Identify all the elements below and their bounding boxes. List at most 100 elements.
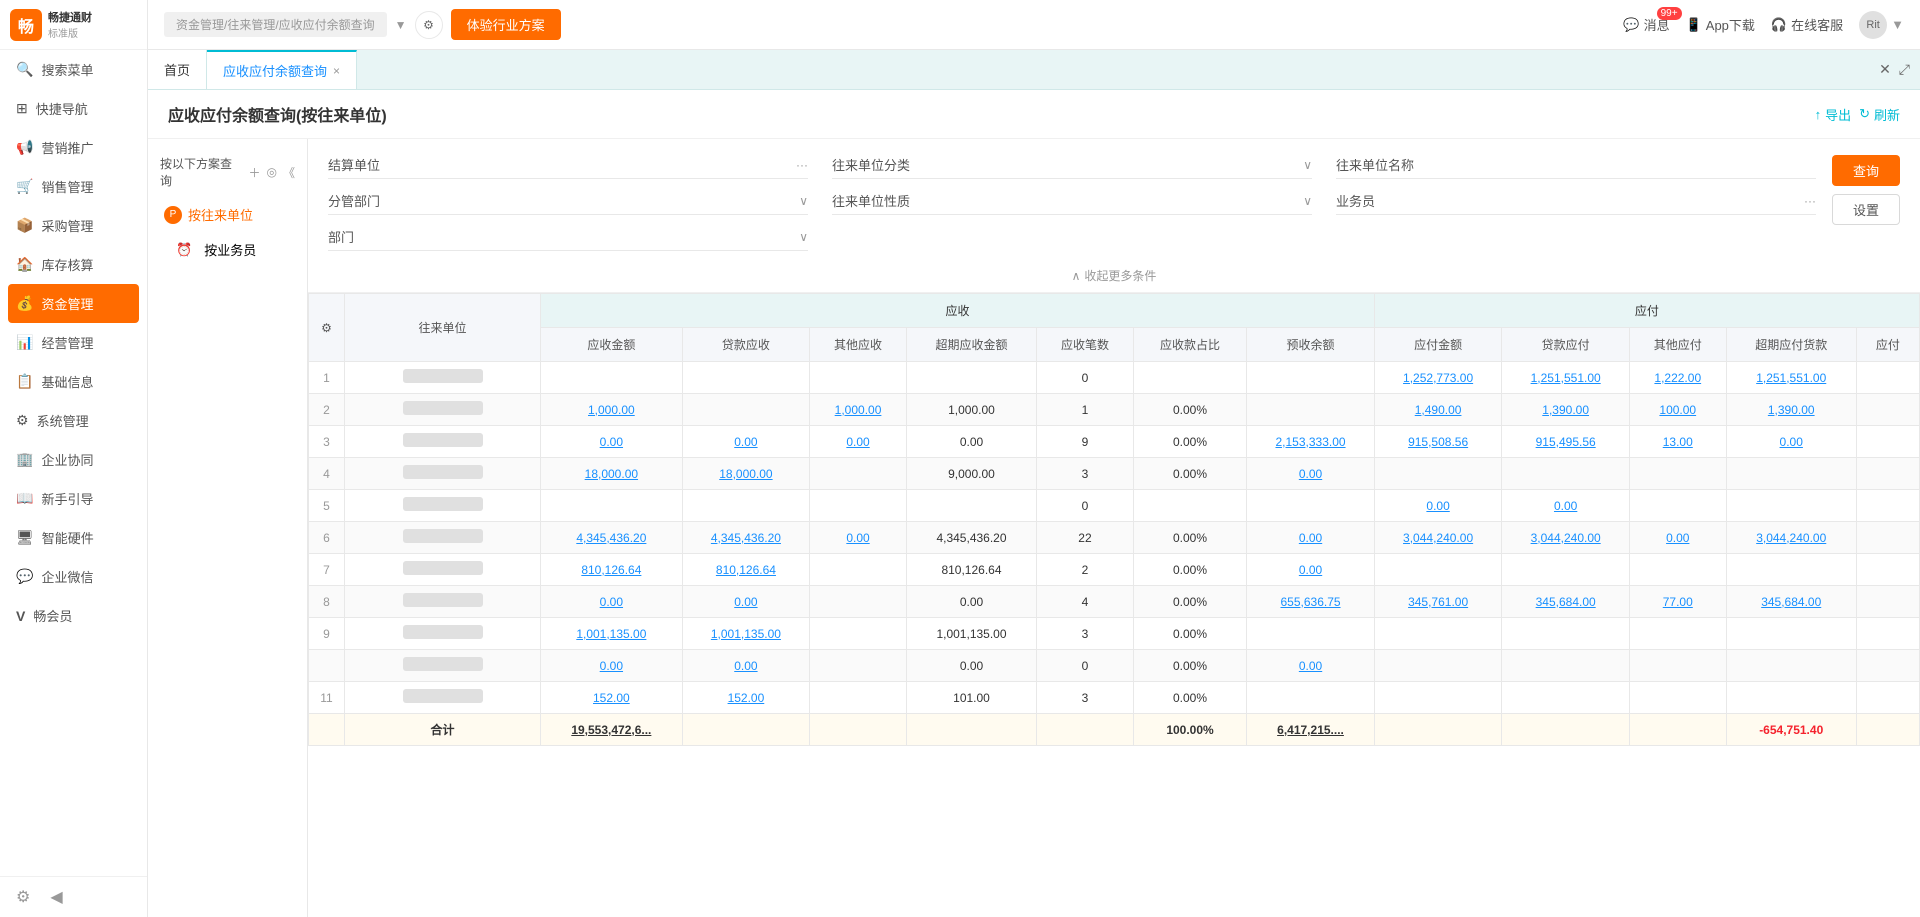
- footer-ap-loan: [1502, 714, 1630, 746]
- notification-area[interactable]: 💬 消息 99+: [1623, 15, 1669, 34]
- query-by-partner[interactable]: P 按往来单位: [148, 197, 307, 232]
- app-download[interactable]: 📱 App下载: [1686, 15, 1755, 34]
- footer-ar-total[interactable]: 19,553,472,6...: [541, 714, 683, 746]
- hardware-icon: 🖥: [16, 529, 34, 546]
- sidebar-item-sales[interactable]: 🛒 销售管理: [0, 167, 147, 206]
- table-cell-link[interactable]: 18,000.00: [541, 458, 683, 490]
- table-cell-link[interactable]: 0.00: [541, 586, 683, 618]
- tab-home[interactable]: 首页: [148, 50, 207, 89]
- table-cell-link[interactable]: 1,001,135.00: [682, 618, 810, 650]
- table-cell-link[interactable]: 2,153,333.00: [1247, 426, 1375, 458]
- table-cell-link[interactable]: 1,390.00: [1502, 394, 1630, 426]
- main-content: 资金管理/往来管理/应收应付余额查询 ▼ ⚙ 体验行业方案 💬 消息 99+ 📱…: [148, 0, 1920, 917]
- collapse-bar[interactable]: ∧ 收起更多条件: [308, 259, 1920, 293]
- table-cell-link[interactable]: 0.00: [1247, 650, 1375, 682]
- refresh-btn[interactable]: ↻ 刷新: [1859, 105, 1900, 124]
- sidebar-item-system[interactable]: ⚙ 系统管理: [0, 401, 147, 440]
- table-settings-icon[interactable]: ⚙: [321, 321, 332, 335]
- sidebar-item-search[interactable]: 🔍 搜索菜单: [0, 50, 147, 89]
- filter-arrow-nature[interactable]: ∨: [1303, 194, 1312, 208]
- query-button[interactable]: 查询: [1832, 155, 1900, 186]
- table-cell-link[interactable]: 0.00: [1374, 490, 1502, 522]
- table-cell-link[interactable]: 0.00: [1629, 522, 1726, 554]
- table-cell-link[interactable]: 1,252,773.00: [1374, 362, 1502, 394]
- table-cell-link[interactable]: 18,000.00: [682, 458, 810, 490]
- table-cell-link[interactable]: 3,044,240.00: [1726, 522, 1856, 554]
- export-btn[interactable]: ↑ 导出: [1815, 105, 1852, 124]
- table-cell-empty: [1629, 618, 1726, 650]
- filter-arrow-category[interactable]: ∨: [1303, 158, 1312, 172]
- close-window-icon[interactable]: ✕: [1879, 61, 1891, 78]
- sidebar-item-corp[interactable]: 🏢 企业协同: [0, 440, 147, 479]
- query-by-staff[interactable]: ⏰ 按业务员: [148, 232, 307, 267]
- setting-button[interactable]: 设置: [1832, 194, 1900, 225]
- table-cell-link[interactable]: 0.00: [541, 650, 683, 682]
- tab-arbalance[interactable]: 应收应付余额查询 ×: [207, 50, 357, 89]
- table-cell-link[interactable]: 13.00: [1629, 426, 1726, 458]
- th-settings[interactable]: ⚙: [309, 294, 345, 362]
- maximize-icon[interactable]: ⤢: [1899, 61, 1910, 78]
- sidebar-item-marketing[interactable]: 📢 营销推广: [0, 128, 147, 167]
- table-cell-link[interactable]: 915,508.56: [1374, 426, 1502, 458]
- table-cell-link[interactable]: 345,684.00: [1726, 586, 1856, 618]
- table-cell-link[interactable]: 1,490.00: [1374, 394, 1502, 426]
- table-cell-empty: [1502, 650, 1630, 682]
- table-cell-link[interactable]: 4,345,436.20: [541, 522, 683, 554]
- sidebar-item-quicknav[interactable]: ⊞ 快捷导航: [0, 89, 147, 128]
- table-cell-link[interactable]: 0.00: [1726, 426, 1856, 458]
- table-cell-link[interactable]: 915,495.56: [1502, 426, 1630, 458]
- sidebar-item-operation[interactable]: 📊 经营管理: [0, 323, 147, 362]
- table-cell-link[interactable]: 0.00: [682, 586, 810, 618]
- table-cell-link[interactable]: 3,044,240.00: [1502, 522, 1630, 554]
- table-cell-link[interactable]: 3,044,240.00: [1374, 522, 1502, 554]
- table-cell-link[interactable]: 0.00: [1247, 522, 1375, 554]
- table-cell-link[interactable]: 0.00: [1247, 554, 1375, 586]
- table-cell-link[interactable]: 1,251,551.00: [1726, 362, 1856, 394]
- edit-scheme-icon[interactable]: ◎: [267, 165, 277, 179]
- table-cell-link[interactable]: 1,001,135.00: [541, 618, 683, 650]
- table-cell-link[interactable]: 4,345,436.20: [682, 522, 810, 554]
- online-service[interactable]: 🎧 在线客服: [1771, 15, 1843, 34]
- caret-down-icon[interactable]: ▼: [395, 18, 407, 32]
- table-cell-link[interactable]: 152.00: [682, 682, 810, 714]
- table-cell-link[interactable]: 1,000.00: [810, 394, 907, 426]
- table-cell-link[interactable]: 1,390.00: [1726, 394, 1856, 426]
- table-cell-link[interactable]: 77.00: [1629, 586, 1726, 618]
- table-cell-link[interactable]: 0.00: [682, 426, 810, 458]
- sidebar-item-member[interactable]: V 畅会员: [0, 596, 147, 635]
- table-cell-link[interactable]: 152.00: [541, 682, 683, 714]
- topbar-gear-button[interactable]: ⚙: [415, 11, 443, 39]
- table-cell-link[interactable]: 655,636.75: [1247, 586, 1375, 618]
- table-cell-link[interactable]: 810,126.64: [541, 554, 683, 586]
- sidebar-item-purchase[interactable]: 📦 采购管理: [0, 206, 147, 245]
- table-cell-link[interactable]: 0.00: [682, 650, 810, 682]
- sidebar-item-finance[interactable]: 💰 资金管理: [8, 284, 139, 323]
- sidebar-item-basic[interactable]: 📋 基础信息: [0, 362, 147, 401]
- sidebar-item-guide[interactable]: 📖 新手引导: [0, 479, 147, 518]
- tab-close-icon[interactable]: ×: [333, 64, 340, 78]
- table-cell-link[interactable]: 345,684.00: [1502, 586, 1630, 618]
- collapse-panel-icon[interactable]: 《: [283, 164, 295, 181]
- table-cell-link[interactable]: 1,251,551.00: [1502, 362, 1630, 394]
- table-cell-link[interactable]: 0.00: [810, 426, 907, 458]
- table-cell-link[interactable]: 0.00: [1502, 490, 1630, 522]
- trial-btn[interactable]: 体验行业方案: [451, 9, 561, 40]
- filter-arrow-bumon[interactable]: ∨: [799, 230, 808, 244]
- table-cell-link[interactable]: 0.00: [541, 426, 683, 458]
- table-cell-link[interactable]: 1,000.00: [541, 394, 683, 426]
- table-cell-link[interactable]: 100.00: [1629, 394, 1726, 426]
- table-cell-link[interactable]: 0.00: [1247, 458, 1375, 490]
- table-cell-link[interactable]: 1,222.00: [1629, 362, 1726, 394]
- footer-ar-advance[interactable]: 6,417,215....: [1247, 714, 1375, 746]
- collapse-icon[interactable]: ◀: [50, 887, 62, 907]
- sidebar-item-inventory[interactable]: 🏠 库存核算: [0, 245, 147, 284]
- table-cell-link[interactable]: 345,761.00: [1374, 586, 1502, 618]
- settings-icon[interactable]: ⚙: [16, 887, 30, 907]
- user-avatar[interactable]: Rit ▼: [1859, 11, 1904, 39]
- sidebar-item-wechat[interactable]: 💬 企业微信: [0, 557, 147, 596]
- add-scheme-btn[interactable]: ＋: [248, 164, 260, 181]
- sidebar-item-hardware[interactable]: 🖥 智能硬件: [0, 518, 147, 557]
- filter-arrow-dept[interactable]: ∨: [799, 194, 808, 208]
- table-cell-link[interactable]: 0.00: [810, 522, 907, 554]
- table-cell-link[interactable]: 810,126.64: [682, 554, 810, 586]
